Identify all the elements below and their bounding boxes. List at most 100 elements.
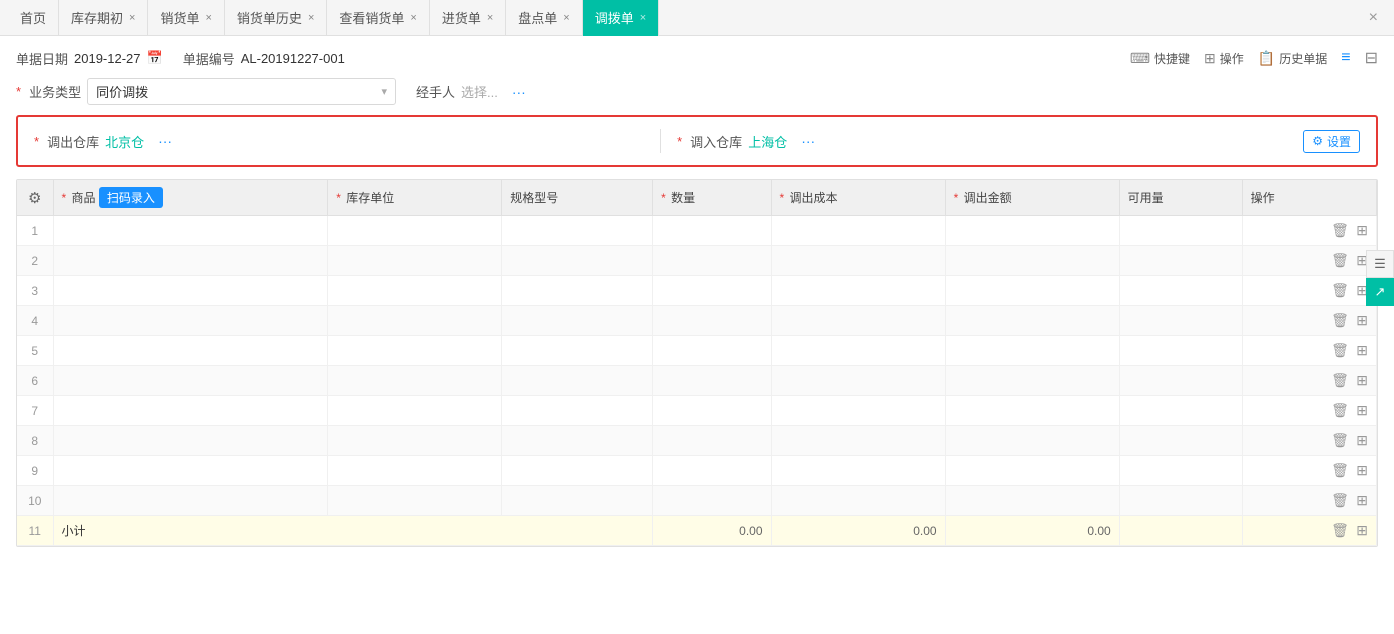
- cell-quantity[interactable]: [653, 396, 771, 426]
- in-warehouse-ellipsis[interactable]: ···: [801, 133, 815, 149]
- cell-unit[interactable]: [328, 426, 502, 456]
- delete-icon[interactable]: 🗑: [1331, 282, 1349, 298]
- tab-sales-history[interactable]: 销货单历史 ×: [225, 0, 327, 36]
- tab-sales-history-close[interactable]: ×: [308, 12, 314, 24]
- cell-unit[interactable]: [328, 396, 502, 426]
- cell-cost[interactable]: [771, 306, 945, 336]
- cell-product[interactable]: [53, 306, 328, 336]
- cell-quantity[interactable]: [653, 486, 771, 516]
- delete-icon[interactable]: 🗑: [1331, 462, 1349, 478]
- cell-product[interactable]: [53, 366, 328, 396]
- copy-icon[interactable]: ⊞: [1356, 222, 1368, 238]
- out-warehouse-ellipsis[interactable]: ···: [158, 133, 172, 149]
- cell-product[interactable]: [53, 216, 328, 246]
- cell-cost[interactable]: [771, 336, 945, 366]
- delete-icon[interactable]: 🗑: [1331, 402, 1349, 418]
- cell-amount[interactable]: [945, 216, 1119, 246]
- cell-product[interactable]: [53, 276, 328, 306]
- operation-btn[interactable]: ⊞ 操作: [1204, 50, 1244, 67]
- delete-icon[interactable]: 🗑: [1331, 342, 1349, 358]
- cell-quantity[interactable]: [653, 366, 771, 396]
- cell-cost[interactable]: [771, 396, 945, 426]
- cell-product[interactable]: [53, 426, 328, 456]
- cell-spec[interactable]: [502, 276, 653, 306]
- cell-product[interactable]: [53, 336, 328, 366]
- cell-amount[interactable]: [945, 456, 1119, 486]
- cell-amount[interactable]: [945, 336, 1119, 366]
- cell-amount[interactable]: [945, 396, 1119, 426]
- tab-inventory-init[interactable]: 库存期初 ×: [59, 0, 148, 36]
- business-type-select[interactable]: 同价调拨 ▾: [87, 78, 396, 105]
- tab-view-sales[interactable]: 查看销货单 ×: [327, 0, 429, 36]
- tab-transfer-order-close[interactable]: ×: [640, 12, 646, 24]
- cell-spec[interactable]: [502, 486, 653, 516]
- cell-quantity[interactable]: [653, 426, 771, 456]
- layout-btn-1[interactable]: ≡: [1341, 49, 1350, 67]
- cell-cost[interactable]: [771, 486, 945, 516]
- delete-icon[interactable]: 🗑: [1331, 432, 1349, 448]
- delete-icon[interactable]: 🗑: [1331, 492, 1349, 508]
- cell-spec[interactable]: [502, 396, 653, 426]
- handler-ellipsis[interactable]: ···: [512, 84, 526, 100]
- cell-cost[interactable]: [771, 246, 945, 276]
- tab-inventory-count[interactable]: 盘点单 ×: [506, 0, 582, 36]
- delete-icon[interactable]: 🗑: [1331, 252, 1349, 268]
- cell-product[interactable]: [53, 396, 328, 426]
- tab-inventory-init-close[interactable]: ×: [129, 12, 135, 24]
- cell-unit[interactable]: [328, 486, 502, 516]
- cell-amount[interactable]: [945, 426, 1119, 456]
- cell-spec[interactable]: [502, 456, 653, 486]
- cell-amount[interactable]: [945, 306, 1119, 336]
- tab-transfer-order[interactable]: 调拨单 ×: [583, 0, 659, 36]
- cell-quantity[interactable]: [653, 336, 771, 366]
- cell-spec[interactable]: [502, 426, 653, 456]
- copy-icon[interactable]: ⊞: [1356, 522, 1368, 538]
- cell-unit[interactable]: [328, 306, 502, 336]
- calendar-icon[interactable]: 📅: [147, 50, 163, 66]
- cell-quantity[interactable]: [653, 306, 771, 336]
- cell-cost[interactable]: [771, 216, 945, 246]
- copy-icon[interactable]: ⊞: [1356, 492, 1368, 508]
- cell-spec[interactable]: [502, 306, 653, 336]
- cell-product[interactable]: [53, 456, 328, 486]
- copy-icon[interactable]: ⊞: [1356, 312, 1368, 328]
- cell-spec[interactable]: [502, 336, 653, 366]
- delete-icon[interactable]: 🗑: [1331, 522, 1349, 538]
- th-gear[interactable]: ⚙: [17, 180, 53, 216]
- delete-icon[interactable]: 🗑: [1331, 312, 1349, 328]
- cell-quantity[interactable]: [653, 246, 771, 276]
- history-btn[interactable]: 📋 历史单据: [1258, 50, 1327, 67]
- copy-icon[interactable]: ⊞: [1356, 342, 1368, 358]
- cell-unit[interactable]: [328, 276, 502, 306]
- cell-cost[interactable]: [771, 276, 945, 306]
- handler-select[interactable]: 选择...: [461, 82, 498, 101]
- cell-unit[interactable]: [328, 246, 502, 276]
- cell-quantity[interactable]: [653, 276, 771, 306]
- tab-sales-order-close[interactable]: ×: [205, 12, 211, 24]
- layout-btn-2[interactable]: ⊟: [1365, 48, 1378, 68]
- cell-cost[interactable]: [771, 456, 945, 486]
- tab-bar-close-btn[interactable]: ×: [1361, 9, 1386, 27]
- cell-product[interactable]: [53, 246, 328, 276]
- tab-purchase-order-close[interactable]: ×: [487, 12, 493, 24]
- tab-home[interactable]: 首页: [8, 0, 59, 36]
- side-list-btn[interactable]: ☰: [1366, 250, 1394, 278]
- cell-amount[interactable]: [945, 366, 1119, 396]
- cell-unit[interactable]: [328, 456, 502, 486]
- cell-unit[interactable]: [328, 366, 502, 396]
- tab-sales-order[interactable]: 销货单 ×: [148, 0, 224, 36]
- cell-spec[interactable]: [502, 366, 653, 396]
- shortcut-btn[interactable]: ⌨ 快捷键: [1130, 50, 1190, 67]
- cell-amount[interactable]: [945, 246, 1119, 276]
- cell-spec[interactable]: [502, 216, 653, 246]
- scan-entry-button[interactable]: 扫码录入: [99, 187, 163, 208]
- tab-inventory-count-close[interactable]: ×: [563, 12, 569, 24]
- delete-icon[interactable]: 🗑: [1331, 372, 1349, 388]
- cell-quantity[interactable]: [653, 216, 771, 246]
- cell-cost[interactable]: [771, 366, 945, 396]
- cell-product[interactable]: [53, 486, 328, 516]
- tab-purchase-order[interactable]: 进货单 ×: [430, 0, 506, 36]
- side-export-btn[interactable]: ↗: [1366, 278, 1394, 306]
- cell-amount[interactable]: [945, 486, 1119, 516]
- cell-unit[interactable]: [328, 336, 502, 366]
